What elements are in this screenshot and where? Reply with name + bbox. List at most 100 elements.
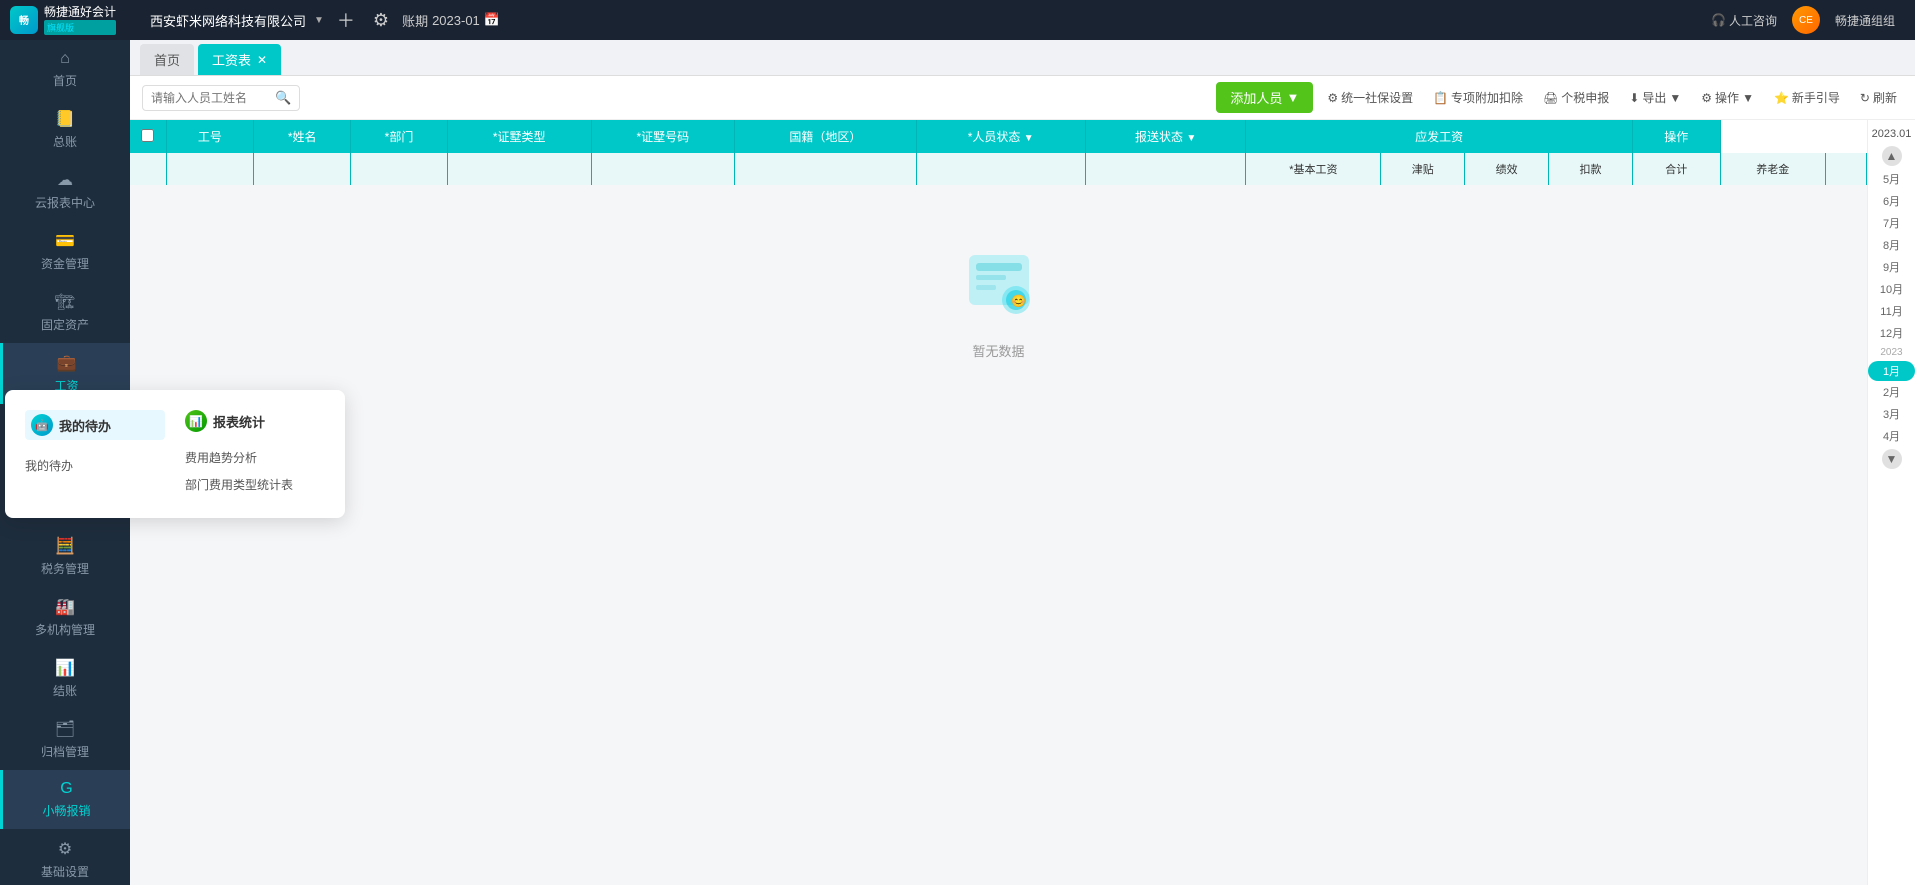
tax-declaration-icon: 🖨	[1543, 91, 1558, 105]
timeline-month-1-active[interactable]: 1月	[1868, 361, 1915, 381]
report-filter-icon[interactable]: ▼	[1186, 133, 1196, 144]
th-checkbox	[130, 120, 166, 153]
tab-home[interactable]: 首页	[140, 44, 194, 75]
th-pension: 养老金	[1720, 153, 1825, 185]
search-wrap: 🔍	[142, 85, 300, 111]
sidebar-item-cloud-report[interactable]: ☁ 云报表中心	[0, 160, 130, 221]
popup-item-dept-stats[interactable]: 部门费用类型统计表	[185, 471, 325, 498]
th-operations: 操作	[1632, 120, 1720, 153]
th-bonus: 绩效	[1465, 153, 1549, 185]
th-report-status: 报送状态 ▼	[1085, 120, 1245, 153]
logo-text: 畅捷通好会计	[44, 5, 116, 19]
popup-section1-title: 🤖 我的待办	[25, 410, 165, 440]
company-dropdown-icon[interactable]: ▼	[314, 15, 324, 26]
select-all-checkbox[interactable]	[141, 129, 154, 142]
sidebar-item-fund[interactable]: 💳 资金管理	[0, 221, 130, 282]
th-sub-ops	[1825, 153, 1866, 185]
special-deduction-btn[interactable]: 📋 专项附加扣除	[1427, 85, 1529, 110]
refresh-btn[interactable]: ↻ 刷新	[1854, 85, 1903, 110]
filter-icon[interactable]: ▼	[1024, 133, 1034, 144]
xiaochang-icon: G	[60, 780, 72, 798]
sidebar-item-archive[interactable]: 🗂 归档管理	[0, 709, 130, 770]
archive-icon: 🗂	[55, 719, 75, 739]
timeline-month-11[interactable]: 11月	[1868, 300, 1915, 322]
ledger-icon: 📒	[55, 109, 75, 129]
timeline-month-12[interactable]: 12月	[1868, 322, 1915, 344]
sidebar-item-xiaochang[interactable]: G 小畅报销	[0, 770, 130, 829]
th-sub-empty8	[916, 153, 1085, 185]
timeline-month-6[interactable]: 6月	[1868, 190, 1915, 212]
salary-table: 工号 *姓名 *部门 *证墅类型 *证墅号码 国籍（地区） *人员状态 ▼	[130, 120, 1867, 185]
calendar-icon[interactable]: 📅	[484, 12, 500, 28]
svg-text:😊: 😊	[1011, 294, 1026, 308]
th-sub-empty1	[130, 153, 166, 185]
timeline-header: 2023.01	[1870, 124, 1914, 144]
sidebar-item-basic[interactable]: ⚙ 基础设置	[0, 829, 130, 885]
th-name: *姓名	[254, 120, 351, 153]
period-area: 账期 2023-01 📅	[402, 11, 500, 30]
content-area: 首页 工资表 ✕ 🔍 添加人员 ▼ ⚙ 统一社保设置 📋	[130, 40, 1915, 885]
timeline-month-5[interactable]: 5月	[1868, 168, 1915, 190]
export-icon: ⬇	[1629, 91, 1639, 105]
sidebar-item-fixed-assets[interactable]: 🏗 固定资产	[0, 282, 130, 343]
right-header: 🎧 人工咨询 CE 畅捷通组组	[1711, 6, 1895, 34]
th-payroll-group: 应发工资	[1246, 120, 1633, 153]
sidebar-item-home[interactable]: ⌂ 首页	[0, 40, 130, 99]
multi-org-icon: 🏭	[55, 597, 75, 617]
timeline-month-3[interactable]: 3月	[1868, 403, 1915, 425]
logo-sub: 旗舰版	[44, 20, 116, 35]
social-security-icon: ⚙	[1327, 91, 1338, 105]
basic-icon: ⚙	[58, 839, 72, 859]
top-header: 畅 畅捷通好会计 旗舰版 西安虾米网络科技有限公司 ▼ ＋ ⚙ 账期 2023-…	[0, 0, 1915, 40]
th-id-no: *证墅号码	[591, 120, 735, 153]
empty-illustration: 😊	[954, 245, 1044, 325]
tab-salary[interactable]: 工资表 ✕	[198, 44, 281, 75]
tab-close-icon[interactable]: ✕	[257, 53, 267, 67]
operations-icon: ⚙	[1701, 91, 1712, 105]
sidebar-item-ledger[interactable]: 📒 总账	[0, 99, 130, 160]
timeline-month-10[interactable]: 10月	[1868, 278, 1915, 300]
search-input[interactable]	[151, 91, 271, 105]
th-status: *人员状态 ▼	[916, 120, 1085, 153]
tax-declaration-btn[interactable]: 🖨 个税申报	[1537, 85, 1615, 110]
sidebar-item-tax[interactable]: 🧮 税务管理	[0, 526, 130, 587]
guide-btn[interactable]: ⭐ 新手引导	[1768, 85, 1846, 110]
th-sub-empty3	[254, 153, 351, 185]
tax-icon: 🧮	[55, 536, 75, 556]
timeline-month-7[interactable]: 7月	[1868, 212, 1915, 234]
timeline-down-btn[interactable]: ▼	[1882, 449, 1902, 469]
th-sub-empty2	[166, 153, 254, 185]
timeline-month-8[interactable]: 8月	[1868, 234, 1915, 256]
chevron-down-icon: ▼	[1286, 90, 1299, 105]
timeline-up-btn[interactable]: ▲	[1882, 146, 1902, 166]
timeline-month-4[interactable]: 4月	[1868, 425, 1915, 447]
th-deduction: 扣款	[1549, 153, 1633, 185]
service-btn[interactable]: 🎧 人工咨询	[1711, 12, 1777, 29]
fund-icon: 💳	[55, 231, 75, 251]
popup-item-my-todo[interactable]: 我的待办	[25, 452, 165, 479]
add-person-button[interactable]: 添加人员 ▼	[1216, 82, 1313, 113]
export-btn[interactable]: ⬇ 导出 ▼	[1623, 85, 1687, 110]
tab-bar: 首页 工资表 ✕	[130, 40, 1915, 76]
timeline-month-2[interactable]: 2月	[1868, 381, 1915, 403]
headset-icon: 🎧	[1711, 13, 1726, 27]
search-icon[interactable]: 🔍	[275, 90, 291, 106]
add-company-btn[interactable]: ＋	[332, 7, 360, 33]
operations-btn[interactable]: ⚙ 操作 ▼	[1695, 85, 1760, 110]
xiaochang-dropdown-popup: 🤖 我的待办 我的待办 📊 报表统计 费用趋势分析 部门费用类型统计表	[5, 390, 345, 518]
company-name: 西安虾米网络科技有限公司	[150, 11, 306, 30]
cloud-icon: ☁	[57, 170, 73, 190]
settings-icon[interactable]: ⚙	[368, 10, 394, 31]
th-dept: *部门	[351, 120, 448, 153]
popup-section-todolist: 🤖 我的待办 我的待办	[25, 410, 165, 498]
table-wrap: 工号 *姓名 *部门 *证墅类型 *证墅号码 国籍（地区） *人员状态 ▼	[130, 120, 1867, 885]
assets-icon: 🏗	[55, 292, 75, 312]
social-security-btn[interactable]: ⚙ 统一社保设置	[1321, 85, 1419, 110]
th-id-type: *证墅类型	[447, 120, 591, 153]
popup-item-expense-trend[interactable]: 费用趋势分析	[185, 444, 325, 471]
timeline-month-9[interactable]: 9月	[1868, 256, 1915, 278]
company-area: 西安虾米网络科技有限公司 ▼ ＋ ⚙ 账期 2023-01 📅	[140, 7, 1711, 33]
sidebar-item-settlement[interactable]: 📊 结账	[0, 648, 130, 709]
th-sub-empty6	[591, 153, 735, 185]
sidebar-item-multi-org[interactable]: 🏭 多机构管理	[0, 587, 130, 648]
